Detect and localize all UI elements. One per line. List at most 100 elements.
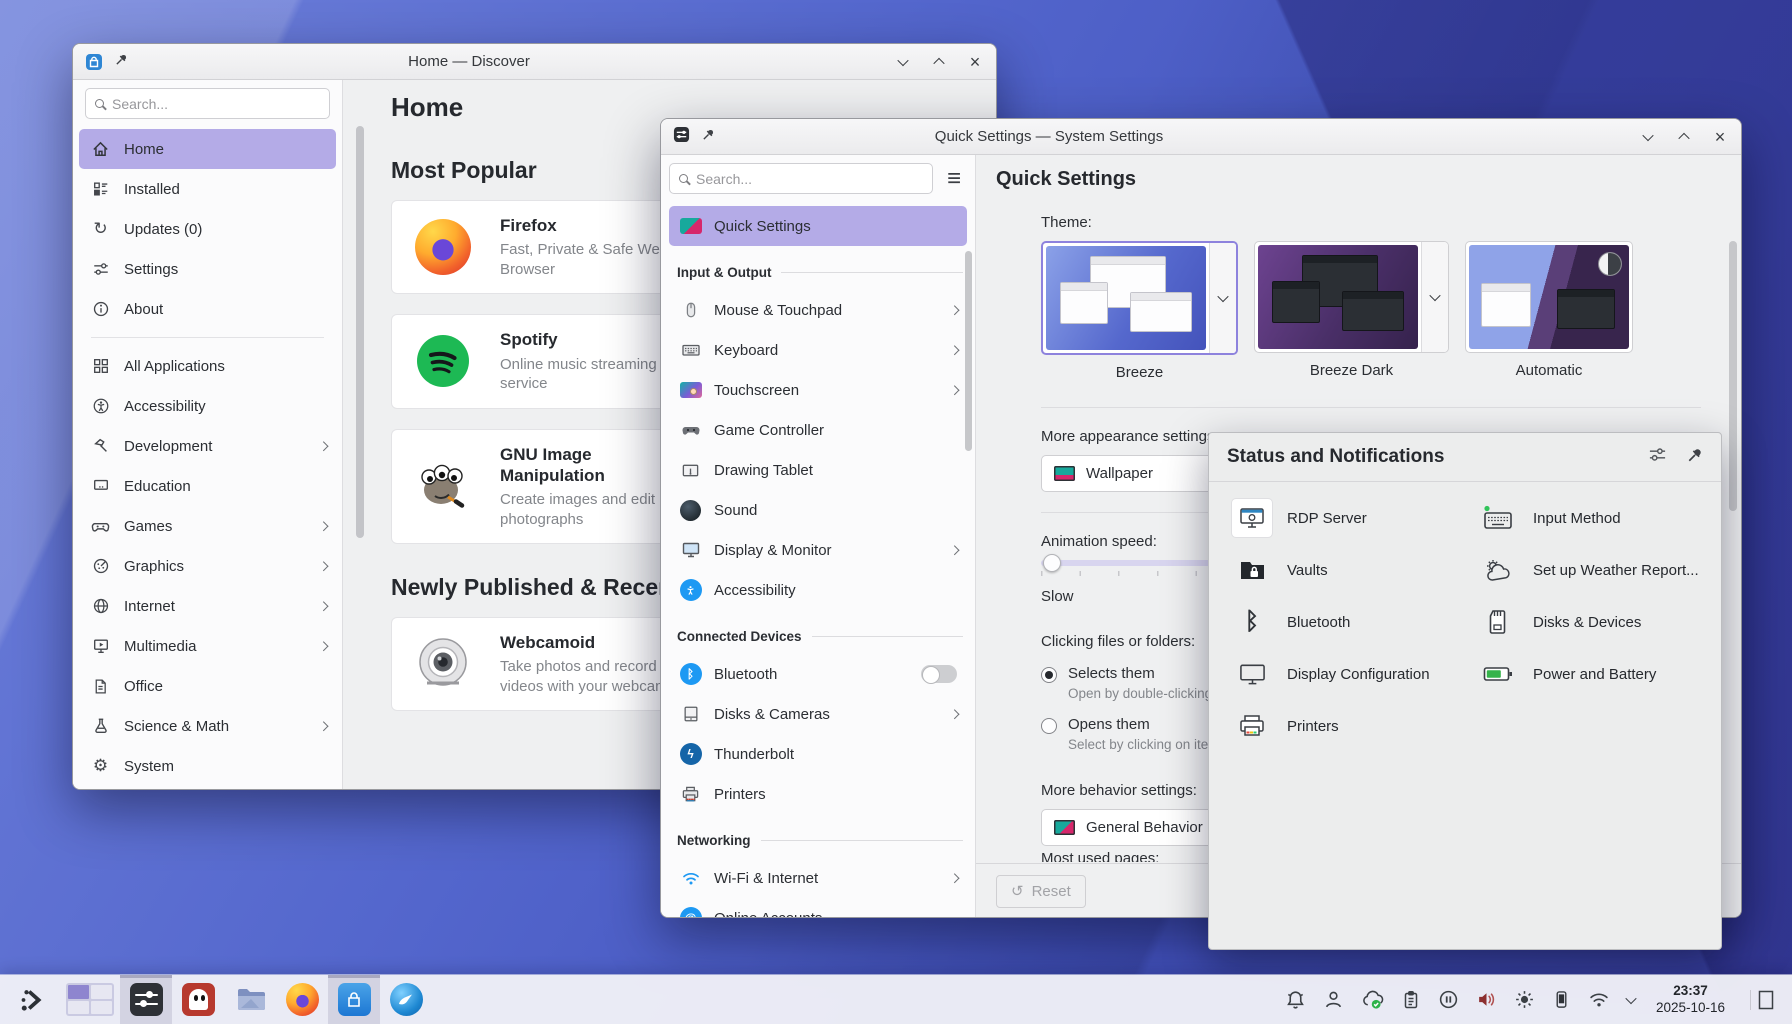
- user-switcher-icon[interactable]: [1323, 989, 1344, 1010]
- sidebar-item-installed[interactable]: Installed: [79, 169, 336, 209]
- desktop-3[interactable]: [68, 1001, 89, 1015]
- notifications-icon[interactable]: [1285, 989, 1306, 1010]
- theme-dropdown-button[interactable]: [1421, 242, 1448, 352]
- sidebar-item-about[interactable]: About: [79, 289, 336, 329]
- radio-button[interactable]: [1041, 667, 1057, 683]
- sidebar-item-games[interactable]: Games: [79, 506, 336, 546]
- taskbar-app-discover[interactable]: [328, 975, 380, 1024]
- tray-item-weather[interactable]: Set up Weather Report...: [1465, 544, 1711, 596]
- sidebar-item-display-monitor[interactable]: Display & Monitor: [669, 530, 967, 570]
- scrollbar[interactable]: [1729, 241, 1737, 511]
- sidebar-item-system[interactable]: ⚙ System: [79, 746, 336, 786]
- network-wifi-icon[interactable]: [1588, 989, 1610, 1010]
- search-input[interactable]: [112, 96, 320, 112]
- clipboard-icon[interactable]: [1401, 989, 1421, 1010]
- settings-titlebar[interactable]: Quick Settings — System Settings ×: [661, 119, 1741, 155]
- tray-item-input-method[interactable]: Input Method: [1465, 492, 1711, 544]
- brightness-icon[interactable]: [1514, 989, 1535, 1010]
- tray-item-printers[interactable]: Printers: [1219, 700, 1465, 752]
- slider-handle[interactable]: [1043, 554, 1061, 572]
- digital-clock[interactable]: 23:37 2025-10-16: [1656, 983, 1725, 1015]
- automatic-thumbnail[interactable]: [1469, 245, 1629, 349]
- discover-titlebar[interactable]: Home — Discover ×: [73, 44, 996, 80]
- desktop-2[interactable]: [91, 985, 112, 999]
- breeze-thumbnail[interactable]: [1046, 246, 1206, 350]
- sidebar-item-drawing-tablet[interactable]: Drawing Tablet: [669, 450, 967, 490]
- bluetooth-toggle[interactable]: [921, 665, 957, 683]
- minimize-button[interactable]: [1639, 128, 1657, 146]
- volume-icon[interactable]: [1476, 989, 1497, 1010]
- sidebar-item-touchscreen[interactable]: Touchscreen: [669, 370, 967, 410]
- settings-search[interactable]: [669, 163, 933, 194]
- theme-option-breeze[interactable]: Breeze: [1041, 241, 1238, 381]
- hamburger-menu-icon[interactable]: ≡: [941, 167, 967, 191]
- sidebar-item-all-applications[interactable]: All Applications: [79, 346, 336, 386]
- cloud-sync-icon[interactable]: [1361, 989, 1384, 1010]
- reset-button[interactable]: ↺ Reset: [996, 875, 1086, 908]
- scrollbar[interactable]: [965, 251, 972, 451]
- taskbar-app-falkon[interactable]: [380, 975, 432, 1024]
- sidebar-item-education[interactable]: Education: [79, 466, 336, 506]
- theme-option-breeze-dark[interactable]: Breeze Dark: [1254, 241, 1449, 381]
- close-button[interactable]: ×: [1711, 128, 1729, 146]
- maximize-button[interactable]: [930, 53, 948, 71]
- sidebar-item-graphics[interactable]: Graphics: [79, 546, 336, 586]
- radio-button[interactable]: [1041, 718, 1057, 734]
- tray-expand-icon[interactable]: [1627, 996, 1635, 1004]
- pager-grid[interactable]: [66, 983, 114, 1016]
- sidebar-item-wifi-internet[interactable]: Wi-Fi & Internet: [669, 858, 967, 898]
- sidebar-item-multimedia[interactable]: Multimedia: [79, 626, 336, 666]
- sidebar-item-development[interactable]: Development: [79, 426, 336, 466]
- desktop-4[interactable]: [91, 1001, 112, 1015]
- tray-item-vaults[interactable]: Vaults: [1219, 544, 1465, 596]
- sidebar-item-science-math[interactable]: Science & Math: [79, 706, 336, 746]
- sidebar-item-settings[interactable]: Settings: [79, 249, 336, 289]
- desktop-1[interactable]: [68, 985, 89, 999]
- tray-item-bluetooth[interactable]: ᛒ Bluetooth: [1219, 596, 1465, 648]
- sidebar-item-home[interactable]: Home: [79, 129, 336, 169]
- sidebar-item-accessibility[interactable]: Accessibility: [79, 386, 336, 426]
- show-desktop-button[interactable]: [1750, 990, 1780, 1010]
- pin-icon[interactable]: [115, 53, 128, 71]
- sidebar-item-mouse-touchpad[interactable]: Mouse & Touchpad: [669, 290, 967, 330]
- sidebar-item-quick-settings[interactable]: Quick Settings: [669, 206, 967, 246]
- tray-item-rdp-server[interactable]: RDP Server: [1219, 492, 1465, 544]
- maximize-button[interactable]: [1675, 128, 1693, 146]
- sidebar-item-printers[interactable]: Printers: [669, 774, 967, 814]
- kdeconnect-icon[interactable]: [1552, 989, 1571, 1010]
- sidebar-item-bluetooth[interactable]: ᛒ Bluetooth: [669, 654, 967, 694]
- app-launcher-button[interactable]: [8, 975, 60, 1024]
- scrollbar[interactable]: [356, 126, 364, 538]
- mouse-icon: [679, 301, 702, 319]
- sidebar-item-accessibility[interactable]: Accessibility: [669, 570, 967, 610]
- sidebar-item-sound[interactable]: Sound: [669, 490, 967, 530]
- sidebar-item-updates[interactable]: ↻ Updates (0): [79, 209, 336, 249]
- close-button[interactable]: ×: [966, 53, 984, 71]
- pin-icon[interactable]: [702, 128, 715, 146]
- sidebar-item-online-accounts[interactable]: @ Online Accounts: [669, 898, 967, 918]
- sidebar-item-disks-cameras[interactable]: Disks & Cameras: [669, 694, 967, 734]
- tray-item-power-battery[interactable]: Power and Battery: [1465, 648, 1711, 700]
- minimize-button[interactable]: [894, 53, 912, 71]
- sidebar-item-thunderbolt[interactable]: ϟ Thunderbolt: [669, 734, 967, 774]
- theme-option-automatic[interactable]: Automatic: [1465, 241, 1633, 381]
- sidebar-item-internet[interactable]: Internet: [79, 586, 336, 626]
- sidebar-item-keyboard[interactable]: Keyboard: [669, 330, 967, 370]
- taskbar-app-dolphin[interactable]: [224, 975, 276, 1024]
- taskbar-app-system-settings[interactable]: [120, 975, 172, 1024]
- pin-icon[interactable]: [1687, 447, 1703, 468]
- tray-item-disks-devices[interactable]: Disks & Devices: [1465, 596, 1711, 648]
- discover-search[interactable]: [85, 88, 330, 119]
- sidebar-item-game-controller[interactable]: Game Controller: [669, 410, 967, 450]
- chevron-right-icon: [318, 561, 327, 570]
- media-player-icon[interactable]: [1438, 989, 1459, 1010]
- taskbar-app-ghostwriter[interactable]: [172, 975, 224, 1024]
- taskbar-app-firefox[interactable]: [276, 975, 328, 1024]
- search-input[interactable]: [696, 171, 923, 187]
- virtual-desktop-pager[interactable]: [60, 975, 120, 1024]
- tray-item-display-configuration[interactable]: Display Configuration: [1219, 648, 1465, 700]
- configure-icon[interactable]: [1648, 445, 1667, 469]
- breeze-dark-thumbnail[interactable]: [1258, 245, 1418, 349]
- theme-dropdown-button[interactable]: [1209, 243, 1236, 353]
- sidebar-item-office[interactable]: Office: [79, 666, 336, 706]
